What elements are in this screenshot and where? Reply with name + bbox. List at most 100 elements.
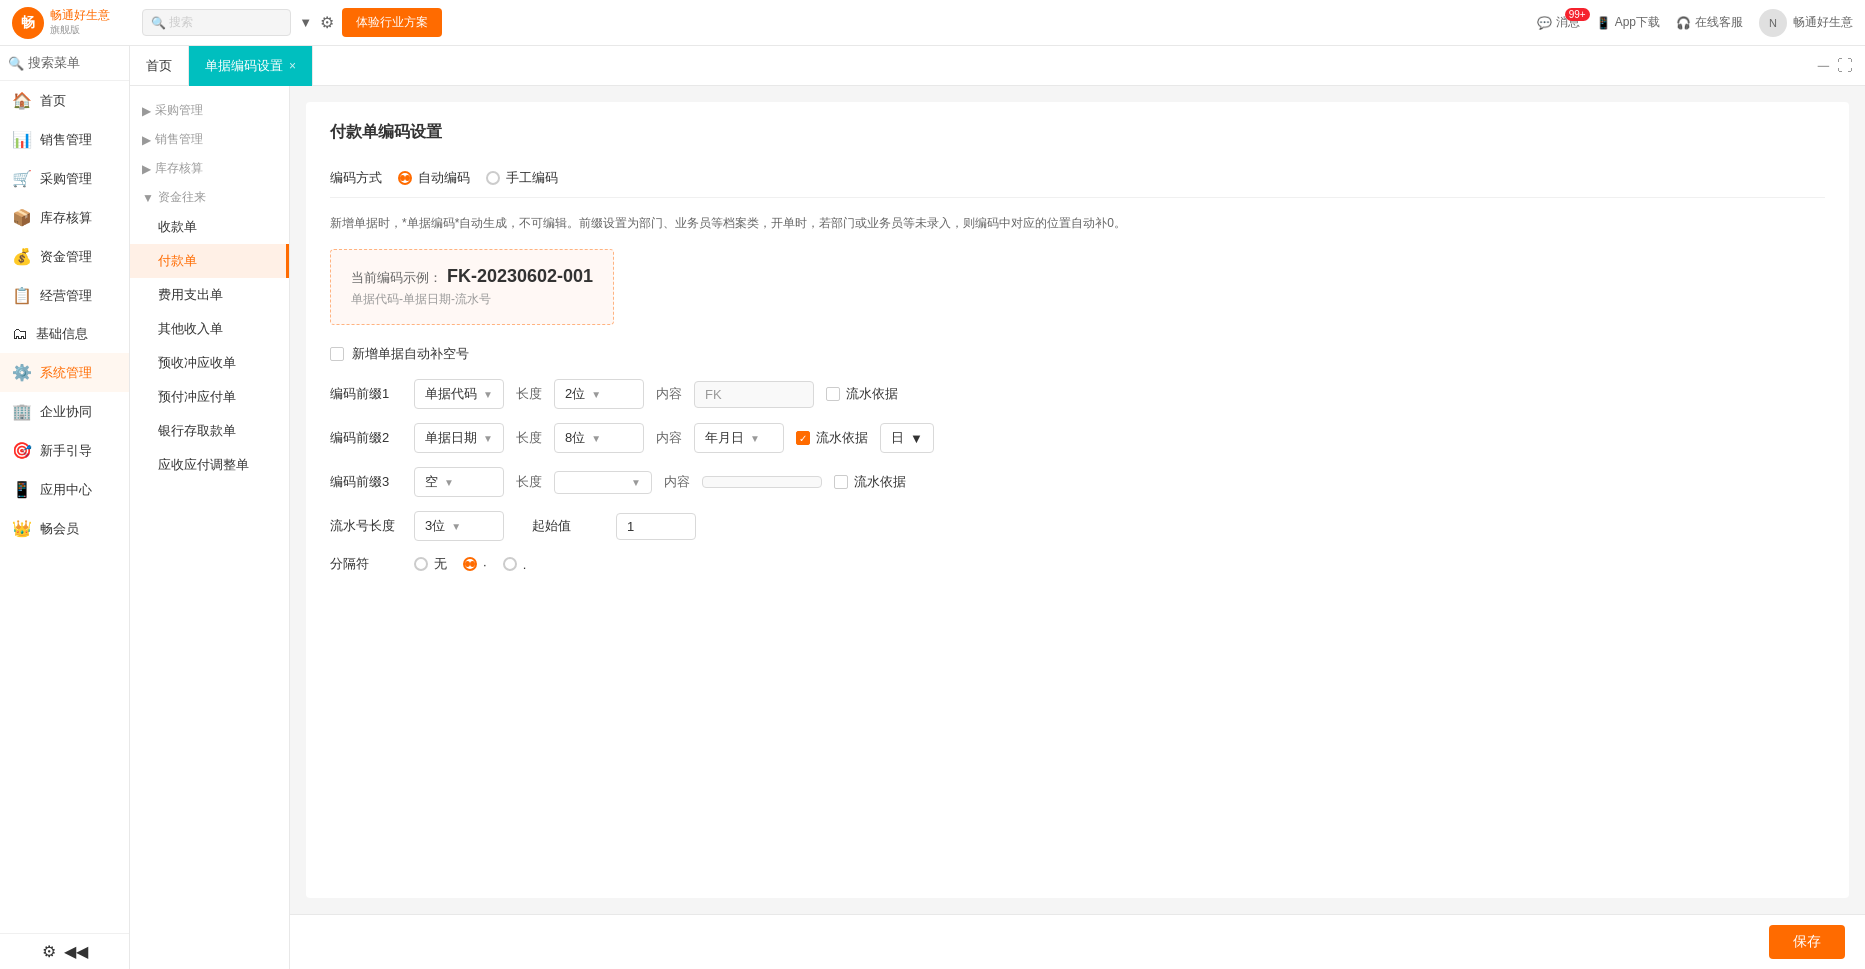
collapse-icon[interactable]: ◀◀ [64, 942, 88, 961]
sub-menu-group-purchase[interactable]: ▶ 采购管理 [130, 94, 289, 123]
prefix2-select[interactable]: 单据日期 ▼ [414, 423, 504, 453]
preview-code-value: FK-20230602-001 [447, 266, 593, 286]
messages-btn[interactable]: 💬 消息 99+ [1537, 14, 1580, 31]
online-service-btn[interactable]: 🎧 在线客服 [1676, 14, 1743, 31]
watermark2-checkbox[interactable]: ✓ [796, 431, 810, 445]
length2-select[interactable]: 8位 ▼ [554, 423, 644, 453]
app-download-btn[interactable]: 📱 App下载 [1596, 14, 1660, 31]
sub-menu-advance-receivable-label: 预收冲应收单 [158, 354, 236, 372]
coding-method-row: 编码方式 自动编码 手工编码 [330, 159, 1825, 198]
start-value-input[interactable]: 1 [616, 513, 696, 540]
sep-dot2-label: . [523, 557, 527, 572]
sub-menu-bank-deposit[interactable]: 银行存取款单 [130, 414, 289, 448]
sidebar-item-sales[interactable]: 📊 销售管理 [0, 120, 129, 159]
sales-icon: 📊 [12, 130, 32, 149]
sidebar-label-home: 首页 [40, 92, 66, 110]
guide-icon: 🎯 [12, 441, 32, 460]
radio-manual-code[interactable]: 手工编码 [486, 169, 558, 187]
sep-none[interactable]: 无 [414, 555, 447, 573]
watermark3-checkbox[interactable] [834, 475, 848, 489]
user-info[interactable]: N 畅通好生意 [1759, 9, 1853, 37]
prefix3-value: 空 [425, 473, 438, 491]
sidebar-search[interactable]: 🔍 搜索菜单 [0, 46, 129, 81]
sub-menu-group-sales[interactable]: ▶ 销售管理 [130, 123, 289, 152]
sidebar-item-appstore[interactable]: 📱 应用中心 [0, 470, 129, 509]
tab-home[interactable]: 首页 [130, 46, 189, 86]
radio-auto-checked [398, 171, 412, 185]
serial-length-select[interactable]: 3位 ▼ [414, 511, 504, 541]
sep-none-label: 无 [434, 555, 447, 573]
prefix3-chevron-icon: ▼ [444, 477, 454, 488]
system-icon: ⚙️ [12, 363, 32, 382]
content2-select[interactable]: 年月日 ▼ [694, 423, 784, 453]
save-button[interactable]: 保存 [1769, 925, 1845, 959]
sep-dot1[interactable]: · [463, 557, 487, 572]
tab-actions: ─ ⛶ [1806, 57, 1865, 75]
sep-dot2[interactable]: . [503, 557, 527, 572]
sub-menu-receipt[interactable]: 收款单 [130, 210, 289, 244]
chevron-right-icon: ▶ [142, 104, 151, 118]
watermark2-day-select[interactable]: 日 ▼ [880, 423, 934, 453]
length1-label: 长度 [516, 385, 542, 403]
logo-text-block: 畅通好生意 旗舰版 [50, 8, 110, 38]
sub-menu-advance-payable[interactable]: 预付冲应付单 [130, 380, 289, 414]
sidebar-item-basic[interactable]: 🗂 基础信息 [0, 315, 129, 353]
sidebar-item-capital[interactable]: 💰 资金管理 [0, 237, 129, 276]
form-row-serial: 流水号长度 3位 ▼ 起始值 1 [330, 511, 1825, 541]
watermark2-checkbox-row[interactable]: ✓ 流水依据 [796, 429, 868, 447]
search-placeholder: 搜索 [169, 14, 193, 31]
sub-menu-group-capital[interactable]: ▼ 资金往来 [130, 181, 289, 210]
sub-menu-payment[interactable]: 付款单 [130, 244, 289, 278]
watermark3-checkbox-row[interactable]: 流水依据 [834, 473, 906, 491]
watermark3-label: 流水依据 [854, 473, 906, 491]
tab-close-icon[interactable]: × [289, 59, 296, 73]
radio-auto-code[interactable]: 自动编码 [398, 169, 470, 187]
preview-desc: 单据代码-单据日期-流水号 [351, 291, 593, 308]
sidebar-item-inventory[interactable]: 📦 库存核算 [0, 198, 129, 237]
prefix1-select[interactable]: 单据代码 ▼ [414, 379, 504, 409]
chevron-right-icon-inventory: ▶ [142, 162, 151, 176]
sidebar-item-purchase[interactable]: 🛒 采购管理 [0, 159, 129, 198]
sidebar-item-company[interactable]: 🏢 企业协同 [0, 392, 129, 431]
tab-bar: 首页 单据编码设置 × ─ ⛶ [130, 46, 1865, 86]
sidebar-item-guide[interactable]: 🎯 新手引导 [0, 431, 129, 470]
watermark1-checkbox-row[interactable]: 流水依据 [826, 385, 898, 403]
sub-menu-group-inventory[interactable]: ▶ 库存核算 [130, 152, 289, 181]
avatar: N [1759, 9, 1787, 37]
length2-label: 长度 [516, 429, 542, 447]
length3-select[interactable]: ▼ [554, 471, 652, 494]
trial-btn[interactable]: 体验行业方案 [342, 8, 442, 37]
tab-minimize-icon[interactable]: ─ [1818, 57, 1829, 75]
sub-menu-other-income-label: 其他收入单 [158, 320, 223, 338]
sub-menu-other-income[interactable]: 其他收入单 [130, 312, 289, 346]
purchase-icon: 🛒 [12, 169, 32, 188]
prefix3-select[interactable]: 空 ▼ [414, 467, 504, 497]
sub-menu-advance-receivable[interactable]: 预收冲应收单 [130, 346, 289, 380]
logo-text: 畅通好生意 [50, 8, 110, 24]
length1-select[interactable]: 2位 ▼ [554, 379, 644, 409]
dropdown-arrow-icon[interactable]: ▼ [299, 15, 312, 30]
sidebar-item-member[interactable]: 👑 畅会员 [0, 509, 129, 548]
settings-icon[interactable]: ⚙ [320, 13, 334, 32]
settings-bottom-icon[interactable]: ⚙ [42, 942, 56, 961]
sub-menu-capital-label: 资金往来 [158, 189, 206, 206]
capital-icon: 💰 [12, 247, 32, 266]
sidebar-item-system[interactable]: ⚙️ 系统管理 [0, 353, 129, 392]
main-area: 首页 单据编码设置 × ─ ⛶ ▶ 采购管理 ▶ 销售管理 [130, 46, 1865, 969]
sub-menu-expense[interactable]: 费用支出单 [130, 278, 289, 312]
tab-encoding-settings[interactable]: 单据编码设置 × [189, 46, 313, 86]
auto-fill-checkbox[interactable] [330, 347, 344, 361]
appstore-icon: 📱 [12, 480, 32, 499]
content-area: ▶ 采购管理 ▶ 销售管理 ▶ 库存核算 ▼ 资金往来 收款单 [130, 86, 1865, 969]
start-value: 1 [627, 519, 634, 534]
sidebar-item-home[interactable]: 🏠 首页 [0, 81, 129, 120]
preview-box: 当前编码示例： FK-20230602-001 单据代码-单据日期-流水号 [330, 249, 614, 325]
watermark1-label: 流水依据 [846, 385, 898, 403]
prefix1-chevron-icon: ▼ [483, 389, 493, 400]
sidebar-item-operations[interactable]: 📋 经营管理 [0, 276, 129, 315]
sub-menu-adjustment[interactable]: 应收应付调整单 [130, 448, 289, 482]
watermark1-checkbox[interactable] [826, 387, 840, 401]
header-search-input[interactable]: 🔍 搜索 [142, 9, 291, 36]
chevron-down-icon-capital: ▼ [142, 191, 154, 205]
tab-expand-icon[interactable]: ⛶ [1837, 57, 1853, 75]
